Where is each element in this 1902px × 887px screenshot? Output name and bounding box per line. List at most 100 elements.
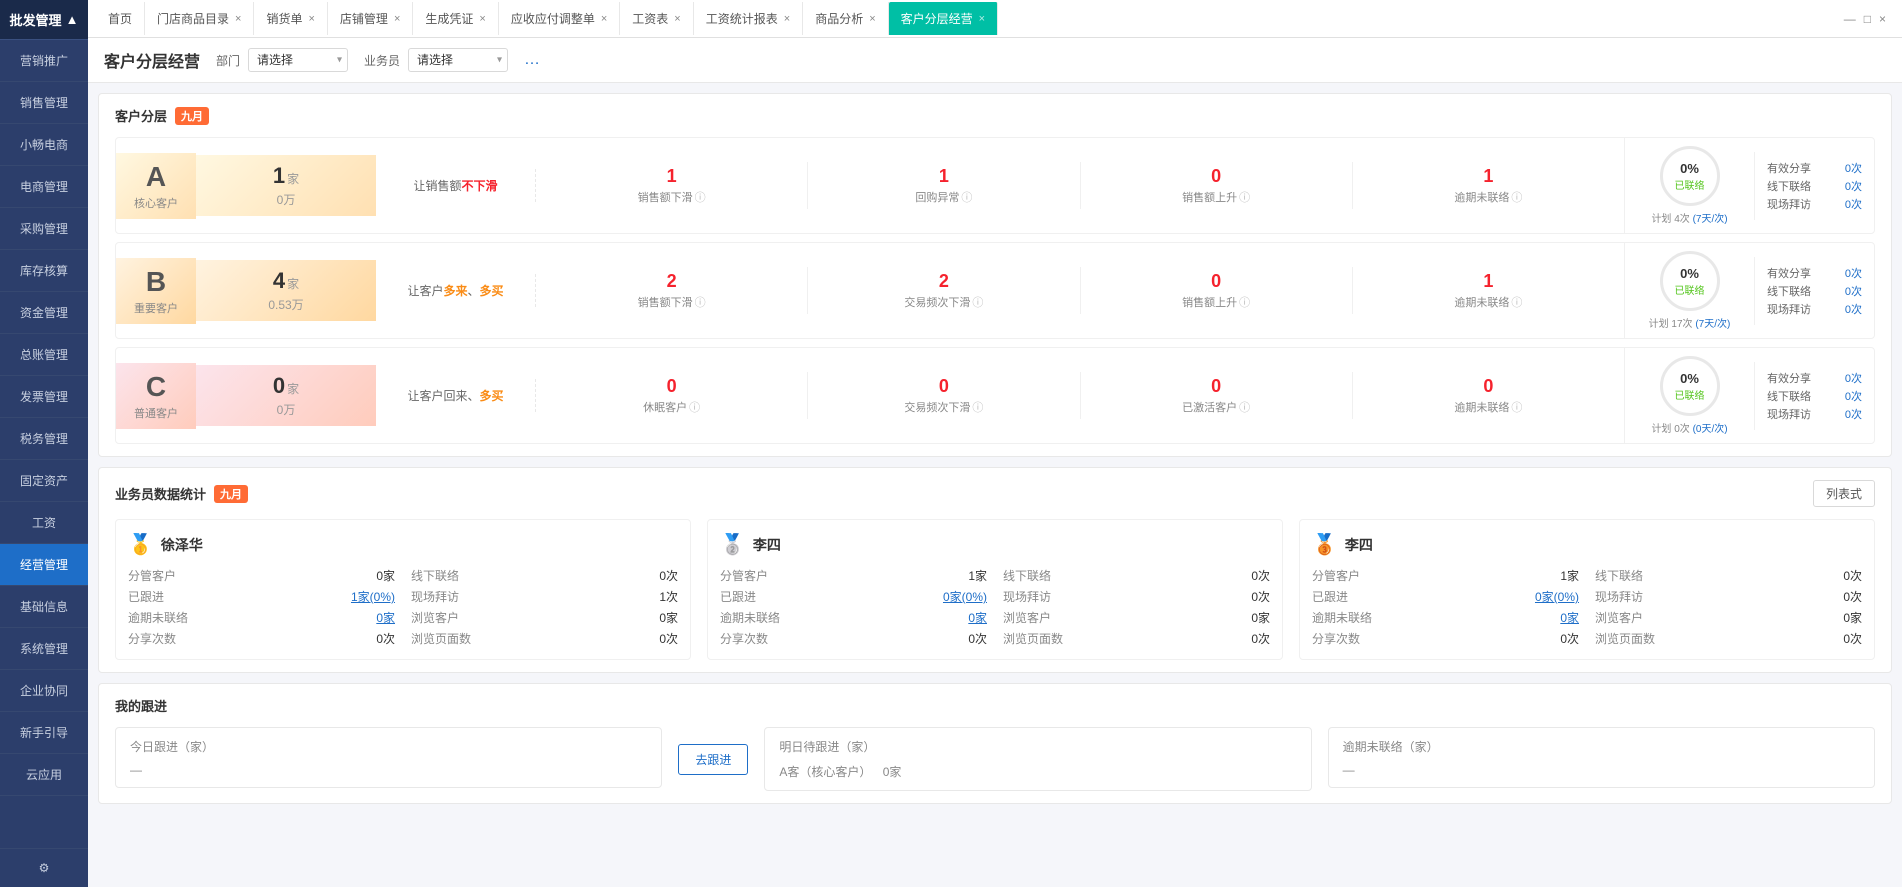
action-count[interactable]: 0次: [1845, 196, 1862, 212]
tab-生成凭证[interactable]: 生成凭证×: [413, 2, 498, 35]
info-icon[interactable]: ⓘ: [695, 294, 706, 310]
staff-stat-row: 浏览页面数0次: [1003, 630, 1270, 647]
tier-name: 普通客户: [134, 405, 178, 421]
tab-close-icon[interactable]: ×: [235, 13, 241, 25]
tab-销货单[interactable]: 销货单×: [254, 2, 327, 35]
minimize-icon[interactable]: —: [1844, 12, 1856, 26]
tab-close-icon[interactable]: ×: [674, 13, 680, 25]
plan-link[interactable]: (0天/次): [1693, 424, 1728, 435]
tab-门店商品目录[interactable]: 门店商品目录×: [145, 2, 254, 35]
tab-close-icon[interactable]: ×: [869, 13, 875, 25]
stat-num: 2: [667, 271, 677, 292]
staff-filter-group: 业务员 请选择: [364, 48, 508, 72]
staff-name-row: 🥇徐泽华: [128, 532, 678, 557]
sidebar-item-yxzc[interactable]: 营销推广: [0, 40, 88, 82]
plan-link[interactable]: (7天/次): [1693, 214, 1728, 225]
sidebar-item-yy[interactable]: 云应用: [0, 754, 88, 796]
today-followup-placeholder: —: [130, 763, 647, 777]
action-count[interactable]: 0次: [1845, 160, 1862, 176]
sidebar-item-kchj[interactable]: 库存核算: [0, 250, 88, 292]
stat-val[interactable]: 0家: [376, 609, 395, 626]
tier-count: 0家: [273, 373, 299, 399]
sidebar-item-ssgl[interactable]: 税务管理: [0, 418, 88, 460]
tab-close-icon[interactable]: ×: [601, 13, 607, 25]
info-icon[interactable]: ⓘ: [1511, 189, 1522, 205]
sidebar-brand-label: 批发管理: [10, 10, 62, 29]
tab-close-icon[interactable]: ×: [394, 13, 400, 25]
info-icon[interactable]: ⓘ: [1511, 294, 1522, 310]
dept-select[interactable]: 请选择: [248, 48, 348, 72]
tab-应收应付调整单[interactable]: 应收应付调整单×: [499, 2, 620, 35]
action-count[interactable]: 0次: [1845, 178, 1862, 194]
info-icon[interactable]: ⓘ: [695, 189, 706, 205]
tab-close-icon[interactable]: ×: [979, 13, 985, 25]
action-count[interactable]: 0次: [1845, 370, 1862, 386]
stat-label: 浏览页面数: [411, 630, 471, 647]
sidebar-item-xsgl[interactable]: 销售管理: [0, 82, 88, 124]
sidebar-item-xtgl[interactable]: 系统管理: [0, 628, 88, 670]
stat-val[interactable]: 0家: [968, 609, 987, 626]
tab-商品分析[interactable]: 商品分析×: [803, 2, 888, 35]
stat-label: 已跟进: [128, 588, 164, 605]
action-count[interactable]: 0次: [1845, 265, 1862, 281]
contact-circle: 0% 已联络: [1660, 146, 1720, 206]
list-view-button[interactable]: 列表式: [1813, 480, 1875, 507]
staff-stat-row: 已跟进 1家(0%): [128, 588, 395, 605]
staff-stats-section: 业务员数据统计 九月 列表式 🥇徐泽华分管客户0家线下联络0次已跟进1家(0%)…: [98, 467, 1892, 673]
tab-工资统计报表[interactable]: 工资统计报表×: [694, 2, 803, 35]
sidebar-item-gdzy[interactable]: 固定资产: [0, 460, 88, 502]
sidebar-item-zzgl[interactable]: 总账管理: [0, 334, 88, 376]
action-count[interactable]: 0次: [1845, 388, 1862, 404]
info-icon[interactable]: ⓘ: [1239, 189, 1250, 205]
tab-店铺管理[interactable]: 店铺管理×: [328, 2, 413, 35]
sidebar-item-xsyd[interactable]: 新手引导: [0, 712, 88, 754]
stat-val[interactable]: 0家(0%): [943, 588, 987, 605]
tier-contact-a: 0% 已联络 计划 4次 (7天/次): [1624, 138, 1754, 233]
info-icon[interactable]: ⓘ: [1511, 399, 1522, 415]
staff-select[interactable]: 请选择: [408, 48, 508, 72]
sidebar-item-dsgl[interactable]: 电商管理: [0, 166, 88, 208]
tab-客户分层经营[interactable]: 客户分层经营×: [889, 2, 998, 35]
sidebar-item-xbdc[interactable]: 小畅电商: [0, 124, 88, 166]
info-icon[interactable]: ⓘ: [689, 399, 700, 415]
info-icon[interactable]: ⓘ: [972, 399, 983, 415]
action-count[interactable]: 0次: [1845, 283, 1862, 299]
tier-count-unit: 家: [287, 172, 299, 186]
sidebar-item-jcxx[interactable]: 基础信息: [0, 586, 88, 628]
sidebar-item-zjgl[interactable]: 资金管理: [0, 292, 88, 334]
tier-actions-c: 有效分享0次线下联络0次现场拜访0次: [1754, 362, 1874, 430]
plan-link[interactable]: (7天/次): [1695, 319, 1730, 330]
sidebar-item-gz[interactable]: 工资: [0, 502, 88, 544]
stat-val[interactable]: 0家: [1560, 609, 1579, 626]
tier-wan: 0万: [277, 401, 296, 418]
tab-close-icon[interactable]: ×: [308, 13, 314, 25]
info-icon[interactable]: ⓘ: [972, 294, 983, 310]
action-count[interactable]: 0次: [1845, 406, 1862, 422]
tier-contact-c: 0% 已联络 计划 0次 (0天/次): [1624, 348, 1754, 443]
sidebar-item-qyxy[interactable]: 企业协同: [0, 670, 88, 712]
sidebar-settings[interactable]: ⚙: [0, 848, 88, 887]
info-icon[interactable]: ⓘ: [1239, 399, 1250, 415]
stat-val[interactable]: 0家(0%): [1535, 588, 1579, 605]
sidebar-item-cggl[interactable]: 采购管理: [0, 208, 88, 250]
info-icon[interactable]: ⓘ: [1239, 294, 1250, 310]
tab-工资表[interactable]: 工资表×: [620, 2, 693, 35]
action-count[interactable]: 0次: [1845, 301, 1862, 317]
sidebar-item-fpgl[interactable]: 发票管理: [0, 376, 88, 418]
a-tier-val: 0家: [883, 765, 902, 779]
stat-label: 逾期未联络 ⓘ: [1454, 399, 1522, 415]
stat-val[interactable]: 1家(0%): [351, 588, 395, 605]
sidebar-brand[interactable]: 批发管理 ▲: [0, 0, 88, 40]
close-window-icon[interactable]: ×: [1879, 12, 1886, 26]
tier-stats-c: 0休眠客户 ⓘ0交易频次下滑 ⓘ0已激活客户 ⓘ0逾期未联络 ⓘ: [536, 364, 1624, 427]
tab-close-icon[interactable]: ×: [784, 13, 790, 25]
more-button[interactable]: …: [524, 52, 540, 68]
sidebar-item-jygl[interactable]: 经营管理: [0, 544, 88, 586]
info-icon[interactable]: ⓘ: [961, 189, 972, 205]
tier-actions-b: 有效分享0次线下联络0次现场拜访0次: [1754, 257, 1874, 325]
goto-followup-button[interactable]: 去跟进: [678, 744, 748, 775]
maximize-icon[interactable]: □: [1864, 12, 1871, 26]
tab-首页[interactable]: 首页: [96, 2, 145, 35]
staff-stat-row: 现场拜访0次: [1595, 588, 1862, 605]
tab-close-icon[interactable]: ×: [479, 13, 485, 25]
